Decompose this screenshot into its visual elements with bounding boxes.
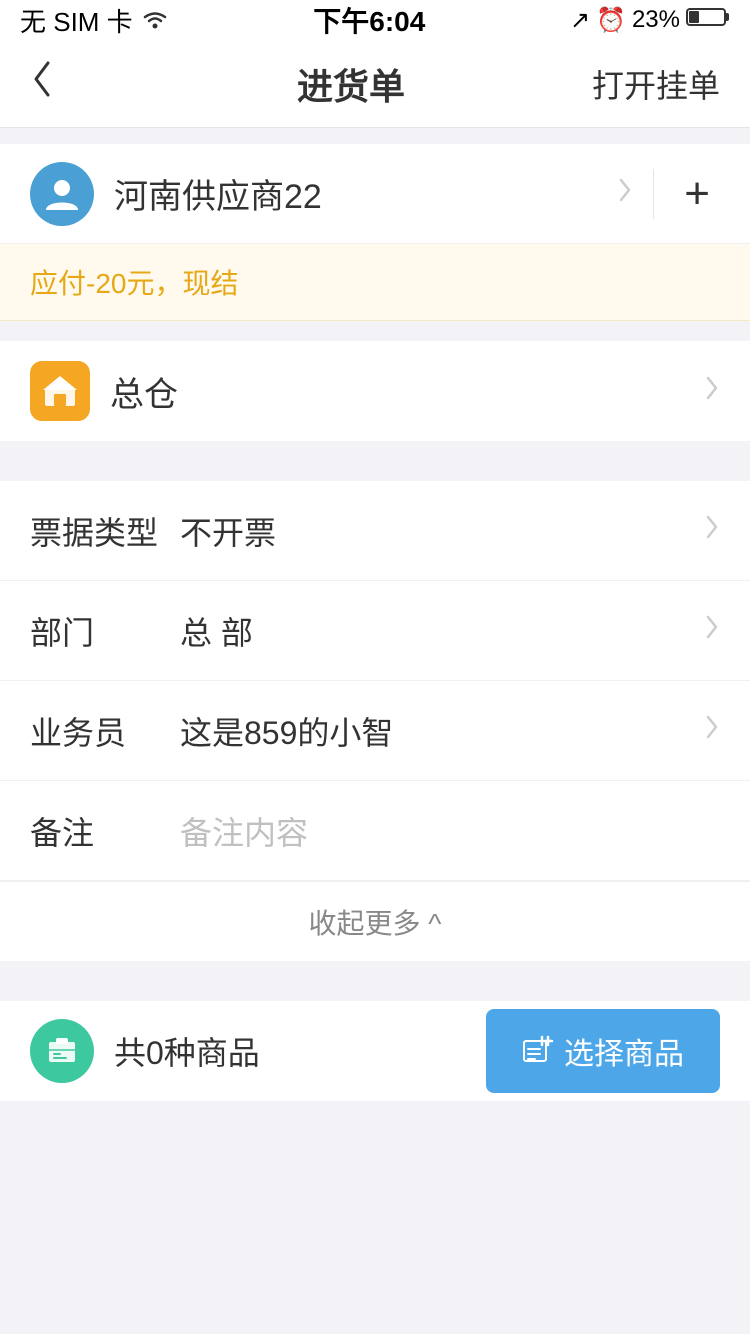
- collapse-button[interactable]: 收起更多 ^: [0, 881, 750, 961]
- remark-input[interactable]: 备注内容: [170, 808, 720, 854]
- status-right: ↗ ⏰ 23%: [570, 6, 730, 35]
- invoice-type-label: 票据类型: [30, 508, 170, 554]
- supplier-chevron-icon: [617, 176, 633, 211]
- page-title: 进货单: [297, 58, 405, 110]
- mid-divider-1: [0, 321, 750, 341]
- warehouse-icon: [30, 361, 90, 421]
- department-label: 部门: [30, 608, 170, 654]
- department-value: 总 部: [170, 608, 704, 654]
- remark-row[interactable]: 备注 备注内容: [0, 781, 750, 881]
- mid-divider-2: [0, 441, 750, 461]
- wifi-icon: [141, 5, 169, 36]
- department-chevron-icon: [704, 613, 720, 648]
- location-icon: ↗: [570, 6, 590, 35]
- warehouse-row[interactable]: 总仓: [0, 341, 750, 441]
- invoice-type-row[interactable]: 票据类型 不开票: [0, 481, 750, 581]
- battery-label: 23%: [632, 6, 680, 34]
- salesperson-value: 这是859的小智: [170, 708, 704, 754]
- supplier-row[interactable]: 河南供应商22 +: [0, 144, 750, 244]
- nav-bar: 进货单 打开挂单: [0, 40, 750, 128]
- salesperson-row[interactable]: 业务员 这是859的小智: [0, 681, 750, 781]
- warehouse-chevron-icon: [704, 374, 720, 409]
- mid-divider-3: [0, 961, 750, 981]
- notice-row: 应付-20元，现结: [0, 244, 750, 321]
- battery-icon: [686, 6, 730, 35]
- status-left: 无 SIM 卡: [20, 2, 169, 39]
- open-pending-button[interactable]: 打开挂单: [592, 61, 720, 107]
- product-bar: 共0种商品 选择商品: [0, 1001, 750, 1101]
- supplier-section: 河南供应商22 + 应付-20元，现结: [0, 144, 750, 321]
- select-product-button[interactable]: 选择商品: [486, 1009, 720, 1093]
- department-row[interactable]: 部门 总 部: [0, 581, 750, 681]
- alarm-icon: ⏰: [596, 6, 626, 35]
- warehouse-name: 总仓: [110, 367, 704, 416]
- select-product-label: 选择商品: [564, 1029, 684, 1073]
- status-bar: 无 SIM 卡 下午6:04 ↗ ⏰ 23%: [0, 0, 750, 40]
- add-supplier-button[interactable]: +: [674, 169, 720, 219]
- back-button[interactable]: [30, 59, 110, 108]
- remark-label: 备注: [30, 808, 170, 854]
- collapse-label: 收起更多 ^: [309, 902, 442, 942]
- product-icon: [30, 1019, 94, 1083]
- supplier-avatar: [30, 162, 94, 226]
- warehouse-section[interactable]: 总仓: [0, 341, 750, 441]
- status-time: 下午6:04: [313, 0, 425, 40]
- vertical-divider: [653, 169, 654, 219]
- invoice-type-value: 不开票: [170, 508, 704, 554]
- select-product-icon: [522, 1035, 554, 1067]
- top-divider: [0, 128, 750, 144]
- supplier-name: 河南供应商22: [114, 169, 617, 218]
- form-section: 票据类型 不开票 部门 总 部 业务员 这是859的小智 备注 备注内容: [0, 481, 750, 961]
- salesperson-chevron-icon: [704, 713, 720, 748]
- salesperson-label: 业务员: [30, 708, 170, 754]
- carrier-label: 无 SIM 卡: [20, 2, 133, 39]
- invoice-chevron-icon: [704, 513, 720, 548]
- product-count: 共0种商品: [114, 1028, 486, 1074]
